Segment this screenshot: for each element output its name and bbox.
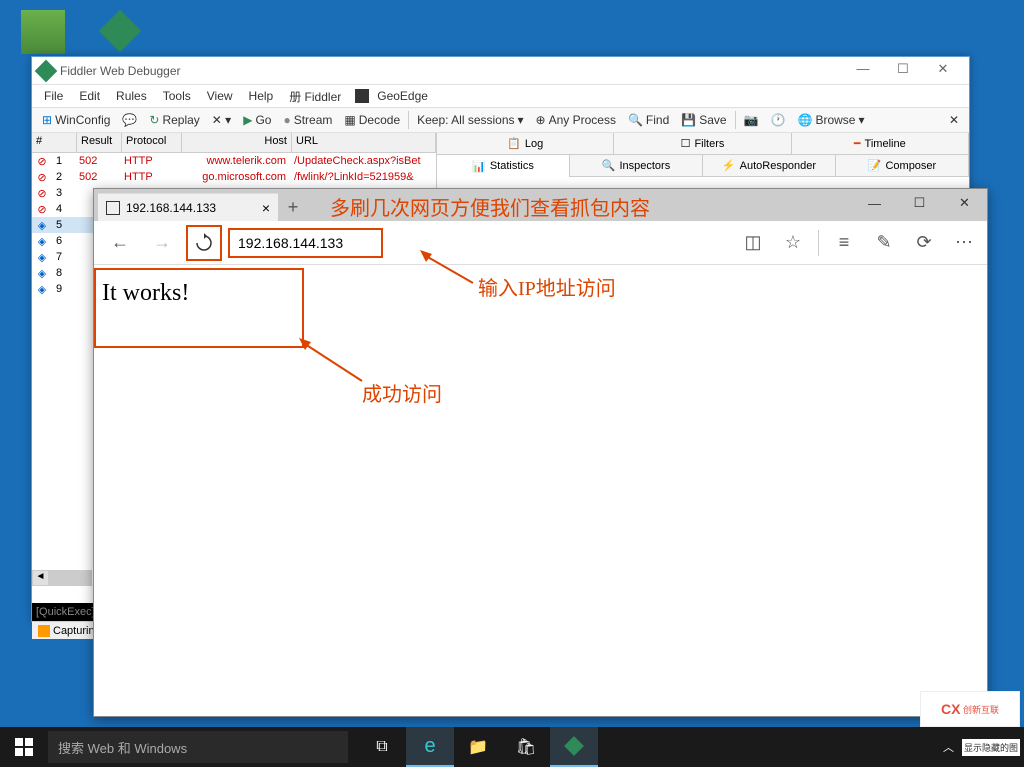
- menu-tools[interactable]: Tools: [155, 87, 199, 105]
- reading-view-icon[interactable]: ◫: [738, 228, 768, 258]
- col-header-num[interactable]: #: [32, 133, 77, 152]
- page-text: It works!: [102, 280, 296, 307]
- menu-edit[interactable]: Edit: [71, 87, 108, 105]
- menu-view[interactable]: View: [199, 87, 241, 105]
- fiddler-titlebar: Fiddler Web Debugger — ☐ ✕: [32, 57, 969, 85]
- watermark: CX 创新互联: [920, 691, 1020, 727]
- tb-remove[interactable]: ✕ ▾: [206, 113, 237, 127]
- refresh-icon: [194, 233, 214, 253]
- col-header-protocol[interactable]: Protocol: [122, 133, 182, 152]
- share-icon[interactable]: ⟳: [909, 228, 939, 258]
- session-row[interactable]: ⊘2502HTTPgo.microsoft.com/fwlink/?LinkId…: [32, 169, 436, 185]
- menu-fiddler[interactable]: 册 Fiddler: [281, 86, 349, 107]
- menu-help[interactable]: Help: [241, 87, 282, 105]
- desktop-icon-fiddler[interactable]: [95, 10, 145, 60]
- tab-composer[interactable]: 📝Composer: [836, 155, 969, 177]
- tb-stream[interactable]: ●Stream: [277, 113, 338, 127]
- edge-window: 192.168.144.133 × + — ☐ ✕ ← → 192.168.14…: [93, 188, 988, 717]
- col-header-host[interactable]: Host: [182, 133, 292, 152]
- sessions-header: # Result Protocol Host URL: [32, 133, 436, 153]
- windows-logo-icon: [15, 738, 33, 756]
- webnote-icon[interactable]: ✎: [869, 228, 899, 258]
- col-header-result[interactable]: Result: [77, 133, 122, 152]
- sessions-hscroll[interactable]: ◄: [32, 570, 92, 586]
- tab-inspectors[interactable]: 🔍Inspectors: [570, 155, 703, 177]
- task-view-icon[interactable]: ⧉: [358, 727, 406, 767]
- content-highlight-box: It works!: [94, 268, 304, 348]
- desktop-icon-user[interactable]: [18, 10, 68, 54]
- menu-geoedge[interactable]: GeoEdge: [369, 87, 436, 105]
- rt-log[interactable]: 📋Log: [437, 133, 614, 154]
- taskbar-search[interactable]: 搜索 Web 和 Windows: [48, 731, 348, 763]
- tb-winconfig[interactable]: ⊞WinConfig: [36, 113, 116, 127]
- edge-tab-active[interactable]: 192.168.144.133 ×: [98, 193, 278, 221]
- tb-find[interactable]: 🔍Find: [622, 113, 675, 127]
- system-tray: ︿ 显示隐藏的图: [935, 727, 1024, 767]
- edge-minimize[interactable]: —: [852, 189, 897, 217]
- taskbar-explorer[interactable]: 📁: [454, 727, 502, 767]
- edge-content: It works!: [94, 265, 987, 716]
- tb-go[interactable]: ▶Go: [237, 113, 277, 127]
- tab-statistics[interactable]: 📊Statistics: [437, 155, 570, 177]
- hub-icon[interactable]: ≡: [829, 228, 859, 258]
- right-tabs: 📊Statistics 🔍Inspectors ⚡AutoResponder 📝…: [437, 155, 969, 177]
- tb-anyprocess[interactable]: ⊕Any Process: [530, 113, 622, 127]
- address-bar[interactable]: 192.168.144.133: [228, 228, 383, 258]
- edge-maximize[interactable]: ☐: [897, 189, 942, 217]
- taskbar-fiddler[interactable]: [550, 727, 598, 767]
- new-tab-button[interactable]: +: [278, 193, 308, 221]
- start-button[interactable]: [0, 727, 48, 767]
- edge-tabstrip: 192.168.144.133 × + — ☐ ✕: [94, 189, 987, 221]
- right-toolbar: 📋Log ☐Filters ━Timeline: [437, 133, 969, 155]
- tb-camera[interactable]: 📷: [738, 113, 765, 127]
- col-header-url[interactable]: URL: [292, 133, 436, 152]
- tab-autoresponder[interactable]: ⚡AutoResponder: [703, 155, 836, 177]
- edge-toolbar: ← → 192.168.144.133 ◫ ☆ ≡ ✎ ⟳ ⋯: [94, 221, 987, 265]
- fiddler-title: Fiddler Web Debugger: [60, 64, 843, 78]
- page-icon: [106, 201, 120, 215]
- session-row[interactable]: ⊘1502HTTPwww.telerik.com/UpdateCheck.asp…: [32, 153, 436, 169]
- tb-close-tools[interactable]: ✕: [943, 113, 965, 127]
- tray-chevron[interactable]: ︿: [939, 739, 958, 755]
- menu-rules[interactable]: Rules: [108, 87, 155, 105]
- taskbar: 搜索 Web 和 Windows ⧉ e 📁 🛍 ︿ 显示隐藏的图: [0, 727, 1024, 767]
- fiddler-toolbar: ⊞WinConfig 💬 ↻Replay ✕ ▾ ▶Go ●Stream ▦De…: [32, 107, 969, 133]
- taskbar-edge[interactable]: e: [406, 727, 454, 767]
- rt-timeline[interactable]: ━Timeline: [792, 133, 969, 154]
- close-button[interactable]: ✕: [923, 61, 963, 81]
- more-icon[interactable]: ⋯: [949, 228, 979, 258]
- geoedge-icon: [355, 89, 369, 103]
- refresh-button[interactable]: [186, 225, 222, 261]
- tb-browse[interactable]: 🌐Browse ▾: [791, 113, 870, 127]
- fiddler-menubar: File Edit Rules Tools View Help 册 Fiddle…: [32, 85, 969, 107]
- edge-close[interactable]: ✕: [942, 189, 987, 217]
- taskbar-store[interactable]: 🛍: [502, 727, 550, 767]
- forward-button[interactable]: →: [144, 225, 180, 261]
- tb-comment[interactable]: 💬: [116, 113, 143, 127]
- tb-replay[interactable]: ↻Replay: [143, 113, 205, 127]
- tb-keep[interactable]: Keep: All sessions ▾: [411, 113, 529, 127]
- maximize-button[interactable]: ☐: [883, 61, 923, 81]
- tab-title: 192.168.144.133: [126, 201, 216, 215]
- favorite-icon[interactable]: ☆: [778, 228, 808, 258]
- fiddler-app-icon: [35, 59, 58, 82]
- tb-clock[interactable]: 🕐: [765, 113, 792, 127]
- menu-file[interactable]: File: [36, 87, 71, 105]
- minimize-button[interactable]: —: [843, 61, 883, 81]
- rt-filters[interactable]: ☐Filters: [614, 133, 791, 154]
- tb-save[interactable]: 💾Save: [675, 113, 732, 127]
- tab-close-icon[interactable]: ×: [262, 200, 270, 216]
- tb-decode[interactable]: ▦Decode: [338, 113, 406, 127]
- tray-lang[interactable]: 显示隐藏的图: [962, 739, 1020, 756]
- back-button[interactable]: ←: [102, 225, 138, 261]
